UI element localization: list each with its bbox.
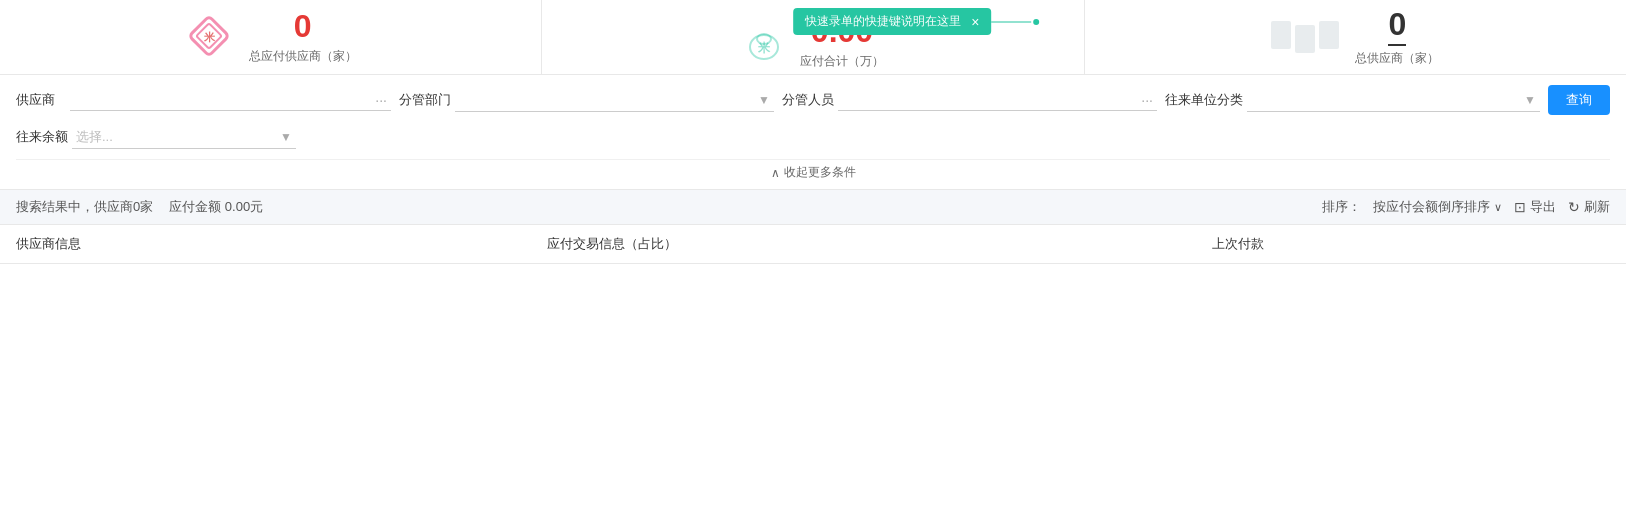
stats-bar: 米 0 总应付供应商（家） 快速录单的快捷键说明在这里 × 米 <box>0 0 1626 75</box>
total-payable-suppliers-label: 总应付供应商（家） <box>249 48 357 65</box>
refresh-label: 刷新 <box>1584 198 1610 216</box>
refresh-icon: ↻ <box>1568 199 1580 215</box>
tooltip-dot <box>1031 17 1041 27</box>
money-bag-icon: 米 <box>742 19 786 66</box>
col-payable-header: 应付交易信息（占比） <box>547 235 1211 253</box>
collapse-label: 收起更多条件 <box>784 164 856 181</box>
diamond-logo-icon: 米 <box>185 12 233 63</box>
filter-supplier: 供应商 ··· <box>16 90 391 111</box>
person-input-wrap: ··· <box>838 90 1157 111</box>
unit-chevron-icon: ▼ <box>1524 93 1536 107</box>
unit-label: 往来单位分类 <box>1165 91 1243 109</box>
filter-unit: 往来单位分类 ▼ <box>1165 88 1540 112</box>
sort-select[interactable]: 按应付会额倒序排序 ∨ <box>1373 198 1502 216</box>
collapse-button[interactable]: ∧ 收起更多条件 <box>771 164 856 181</box>
svg-text:米: 米 <box>202 31 215 43</box>
total-payable-suppliers-value: 0 <box>294 9 312 44</box>
filter-balance: 往来余额 选择... ▼ <box>16 125 296 149</box>
supplier-input-wrap: ··· <box>70 90 391 111</box>
results-info: 搜索结果中，供应商0家 应付金额 0.00元 <box>16 198 263 216</box>
query-button[interactable]: 查询 <box>1548 85 1610 115</box>
filter-department: 分管部门 ▼ <box>399 88 774 112</box>
person-dots-icon[interactable]: ··· <box>1141 92 1153 108</box>
refresh-button[interactable]: ↻ 刷新 <box>1568 198 1610 216</box>
export-label: 导出 <box>1530 198 1556 216</box>
stat-payable-total: 快速录单的快捷键说明在这里 × 米 0.00 应付合计（万） <box>542 0 1084 74</box>
col-lastpay-header: 上次付款 <box>1212 235 1611 253</box>
balance-select[interactable]: 选择... ▼ <box>72 125 296 149</box>
results-bar: 搜索结果中，供应商0家 应付金额 0.00元 排序： 按应付会额倒序排序 ∨ ⊡… <box>0 190 1626 225</box>
cards-icon <box>1271 21 1339 53</box>
payable-total-label: 应付合计（万） <box>800 53 884 70</box>
filter-row-1: 供应商 ··· 分管部门 ▼ 分管人员 ··· 往来单位分类 <box>16 85 1610 115</box>
tooltip-bar: 快速录单的快捷键说明在这里 × <box>793 8 991 35</box>
sort-label: 排序： <box>1322 198 1361 216</box>
export-icon: ⊡ <box>1514 199 1526 215</box>
balance-chevron-icon: ▼ <box>280 130 292 144</box>
supplier-dots-icon[interactable]: ··· <box>375 92 387 108</box>
filter-row-2: 往来余额 选择... ▼ <box>16 125 1610 149</box>
tooltip-close-icon[interactable]: × <box>971 14 979 30</box>
tooltip-text: 快速录单的快捷键说明在这里 <box>805 13 961 30</box>
department-label: 分管部门 <box>399 91 451 109</box>
sort-value: 按应付会额倒序排序 <box>1373 198 1490 216</box>
collapse-row: ∧ 收起更多条件 <box>16 159 1610 189</box>
person-input[interactable] <box>842 92 1137 107</box>
total-suppliers-label: 总供应商（家） <box>1355 50 1439 67</box>
supplier-label: 供应商 <box>16 91 66 109</box>
export-button[interactable]: ⊡ 导出 <box>1514 198 1556 216</box>
filter-person: 分管人员 ··· <box>782 90 1157 111</box>
total-suppliers-value: 0 <box>1388 7 1406 46</box>
department-chevron-icon: ▼ <box>758 93 770 107</box>
balance-label: 往来余额 <box>16 128 68 146</box>
results-info-1: 搜索结果中，供应商0家 <box>16 198 153 216</box>
table-header: 供应商信息 应付交易信息（占比） 上次付款 <box>0 225 1626 264</box>
supplier-input[interactable] <box>74 92 371 107</box>
stat-total-payable-suppliers: 米 0 总应付供应商（家） <box>0 0 542 74</box>
filter-bar: 供应商 ··· 分管部门 ▼ 分管人员 ··· 往来单位分类 <box>0 75 1626 190</box>
unit-select[interactable]: ▼ <box>1247 88 1540 112</box>
col-supplier-header: 供应商信息 <box>16 235 547 253</box>
table-body <box>0 264 1626 515</box>
results-actions: 排序： 按应付会额倒序排序 ∨ ⊡ 导出 ↻ 刷新 <box>1322 198 1610 216</box>
department-select[interactable]: ▼ <box>455 88 774 112</box>
results-info-2: 应付金额 0.00元 <box>169 198 263 216</box>
collapse-up-icon: ∧ <box>771 166 780 180</box>
svg-text:米: 米 <box>757 41 771 55</box>
sort-chevron-icon: ∨ <box>1494 201 1502 214</box>
balance-placeholder: 选择... <box>76 128 113 146</box>
stat-total-suppliers: 0 总供应商（家） <box>1085 0 1626 74</box>
person-label: 分管人员 <box>782 91 834 109</box>
